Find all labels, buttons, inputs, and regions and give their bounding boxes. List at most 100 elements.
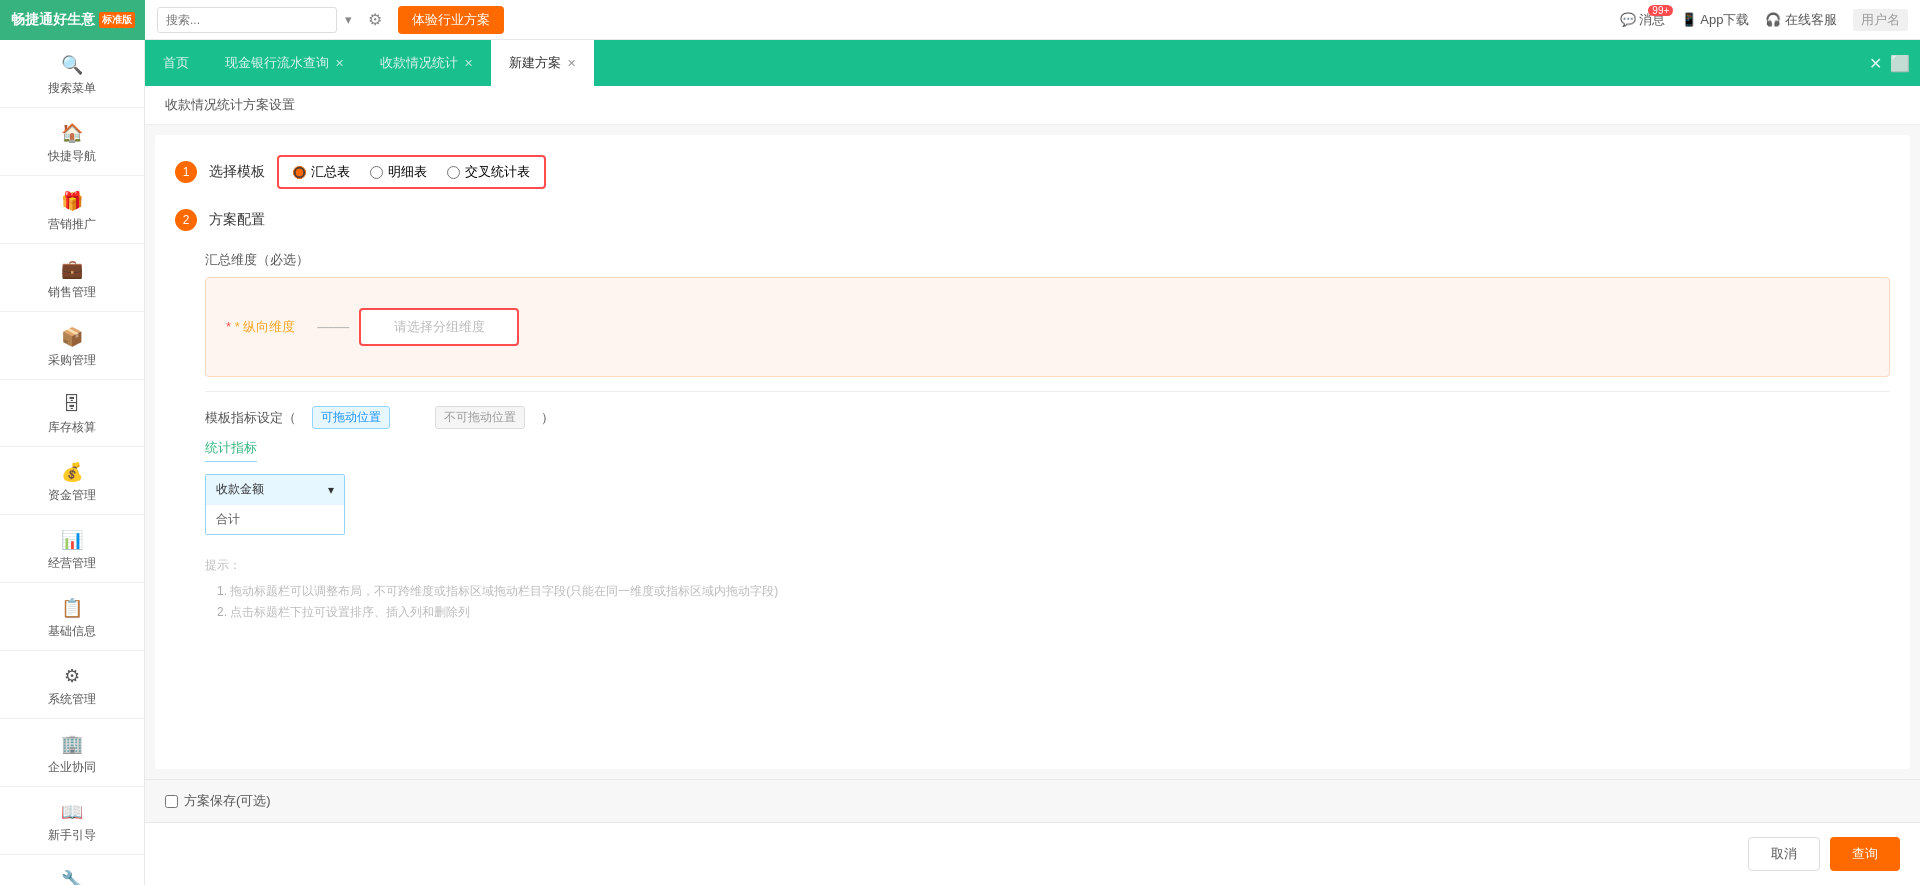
download-icon: 📱: [1681, 12, 1697, 27]
dim-select[interactable]: 请选择分组维度: [359, 308, 519, 346]
tab-collection[interactable]: 收款情况统计 ✕: [362, 40, 491, 86]
indicator-setting-label: 模板指标设定（: [205, 409, 296, 427]
indicator-table: 收款金额 ▾ 合计: [205, 474, 345, 535]
notification-area[interactable]: 💬 消息 99+: [1620, 11, 1666, 29]
radio-cross-input[interactable]: [447, 166, 460, 179]
footer-btn-bar: 取消 查询: [145, 822, 1920, 885]
sidebar-item-inventory[interactable]: 🗄 库存核算: [0, 380, 144, 447]
draggable-badge: 可拖动位置: [312, 406, 390, 429]
step1-row: 1 选择模板 汇总表 明细表 交叉统计表: [175, 155, 1890, 189]
sidebar-label-management: 经营管理: [48, 555, 96, 572]
step2-badge: 2: [175, 209, 197, 231]
home-icon: 🏠: [61, 122, 83, 144]
step1-badge: 1: [175, 161, 197, 183]
trial-button[interactable]: 体验行业方案: [398, 6, 504, 34]
clipboard-icon: 📋: [61, 597, 83, 619]
app-name: 畅捷通好生意: [11, 11, 95, 29]
support-label: 在线客服: [1785, 12, 1837, 27]
query-button[interactable]: 查询: [1830, 837, 1900, 871]
sidebar-label-guide: 新手引导: [48, 827, 96, 844]
sidebar-item-hardware[interactable]: 🔧 智能硬件: [0, 855, 144, 885]
save-checkbox[interactable]: [165, 795, 178, 808]
save-label: 方案保存(可选): [184, 792, 271, 810]
tabbar: 首页 现金银行流水查询 ✕ 收款情况统计 ✕ 新建方案 ✕ ✕ ⬜: [145, 40, 1920, 86]
sidebar-item-guide[interactable]: 📖 新手引导: [0, 787, 144, 855]
indicator-table-header[interactable]: 收款金额 ▾: [206, 475, 344, 504]
sidebar-item-management[interactable]: 📊 经营管理: [0, 515, 144, 583]
sidebar-item-home[interactable]: 🏠 快捷导航: [0, 108, 144, 176]
search-area: ▾ ⚙ 体验行业方案: [145, 6, 1620, 34]
radio-cross-label: 交叉统计表: [465, 163, 530, 181]
download-area[interactable]: 📱 App下载: [1681, 11, 1749, 29]
user-info[interactable]: 用户名: [1853, 9, 1908, 31]
radio-detail[interactable]: 明细表: [370, 163, 427, 181]
tip-1: 1. 拖动标题栏可以调整布局，不可跨维度或指标区域拖动栏目字段(只能在同一维度或…: [205, 581, 1890, 603]
tab-cash-flow-close[interactable]: ✕: [335, 57, 344, 70]
maximize-icon[interactable]: ⬜: [1890, 54, 1910, 73]
save-option[interactable]: 方案保存(可选): [165, 792, 271, 810]
sidebar-item-search[interactable]: 🔍 搜索菜单: [0, 40, 144, 108]
hardware-icon: 🔧: [61, 869, 83, 885]
tab-home[interactable]: 首页: [145, 40, 207, 86]
sidebar-item-sales[interactable]: 💼 销售管理: [0, 244, 144, 312]
vertical-dim-label: * * 纵向维度: [226, 318, 295, 336]
sidebar-item-system[interactable]: ⚙ 系统管理: [0, 651, 144, 719]
radio-cross[interactable]: 交叉统计表: [447, 163, 530, 181]
radio-summary-input[interactable]: [293, 166, 306, 179]
search-input[interactable]: [157, 7, 337, 33]
briefcase-icon: 💼: [61, 258, 83, 280]
tab-new-plan[interactable]: 新建方案 ✕: [491, 40, 594, 86]
sidebar-item-marketing[interactable]: 🎁 营销推广: [0, 176, 144, 244]
sidebar-label-marketing: 营销推广: [48, 216, 96, 233]
page-header: 收款情况统计方案设置: [145, 86, 1920, 125]
sidebar-label-basic: 基础信息: [48, 623, 96, 640]
indicator-table-cell: 合计: [206, 504, 344, 534]
step2-row: 2 方案配置: [175, 209, 1890, 231]
sidebar-label-system: 系统管理: [48, 691, 96, 708]
sidebar: 🔍 搜索菜单 🏠 快捷导航 🎁 营销推广 💼 销售管理 📦 采购管理 🗄 库存核…: [0, 40, 145, 885]
cancel-button[interactable]: 取消: [1748, 837, 1820, 871]
search-icon: 🔍: [61, 54, 83, 76]
bottom-bar: 方案保存(可选): [145, 779, 1920, 822]
page-content: 收款情况统计方案设置 1 选择模板 汇总表 明细表: [145, 86, 1920, 885]
sidebar-item-basic[interactable]: 📋 基础信息: [0, 583, 144, 651]
content-area: 首页 现金银行流水查询 ✕ 收款情况统计 ✕ 新建方案 ✕ ✕ ⬜: [145, 40, 1920, 885]
download-label: App下载: [1700, 12, 1749, 27]
money-icon: 💰: [61, 461, 83, 483]
sidebar-label-home: 快捷导航: [48, 148, 96, 165]
indicator-separator: [406, 409, 419, 427]
building-icon: 🏢: [61, 733, 83, 755]
arrow-icon: ——: [317, 318, 349, 336]
tab-new-plan-close[interactable]: ✕: [567, 57, 576, 70]
sidebar-label-finance: 资金管理: [48, 487, 96, 504]
tip-intro: 提示：: [205, 555, 1890, 577]
indicator-table-header-text: 收款金额: [216, 481, 264, 498]
indicator-section: 模板指标设定（ 可拖动位置 不可拖动位置 ） 统计指标: [205, 406, 1890, 535]
sidebar-item-finance[interactable]: 💰 资金管理: [0, 447, 144, 515]
page-title: 收款情况统计方案设置: [165, 97, 295, 112]
indicator-close-paren: ）: [541, 409, 554, 427]
chart-icon: 📊: [61, 529, 83, 551]
sidebar-label-sales: 销售管理: [48, 284, 96, 301]
sidebar-label-search: 搜索菜单: [48, 80, 96, 97]
gear-icon[interactable]: ⚙: [368, 10, 382, 29]
step1-label: 选择模板: [209, 163, 265, 181]
notification-count: 99+: [1648, 5, 1673, 16]
radio-summary[interactable]: 汇总表: [293, 163, 350, 181]
close-window-icon[interactable]: ✕: [1869, 54, 1882, 73]
dropdown-icon[interactable]: ▾: [345, 12, 352, 27]
tip-2: 2. 点击标题栏下拉可设置排序、插入列和删除列: [205, 602, 1890, 624]
edition-badge: 标准版: [99, 12, 135, 28]
tab-collection-label: 收款情况统计: [380, 54, 458, 72]
sidebar-label-inventory: 库存核算: [48, 419, 96, 436]
sidebar-item-enterprise[interactable]: 🏢 企业协同: [0, 719, 144, 787]
radio-detail-input[interactable]: [370, 166, 383, 179]
tabbar-actions: ✕ ⬜: [1869, 54, 1920, 73]
step2-label: 方案配置: [209, 211, 265, 229]
tab-cash-flow[interactable]: 现金银行流水查询 ✕: [207, 40, 362, 86]
main-layout: 🔍 搜索菜单 🏠 快捷导航 🎁 营销推广 💼 销售管理 📦 采购管理 🗄 库存核…: [0, 40, 1920, 885]
indicator-table-dropdown-icon[interactable]: ▾: [328, 483, 334, 497]
support-area[interactable]: 🎧 在线客服: [1765, 11, 1837, 29]
sidebar-item-purchase[interactable]: 📦 采购管理: [0, 312, 144, 380]
tab-collection-close[interactable]: ✕: [464, 57, 473, 70]
